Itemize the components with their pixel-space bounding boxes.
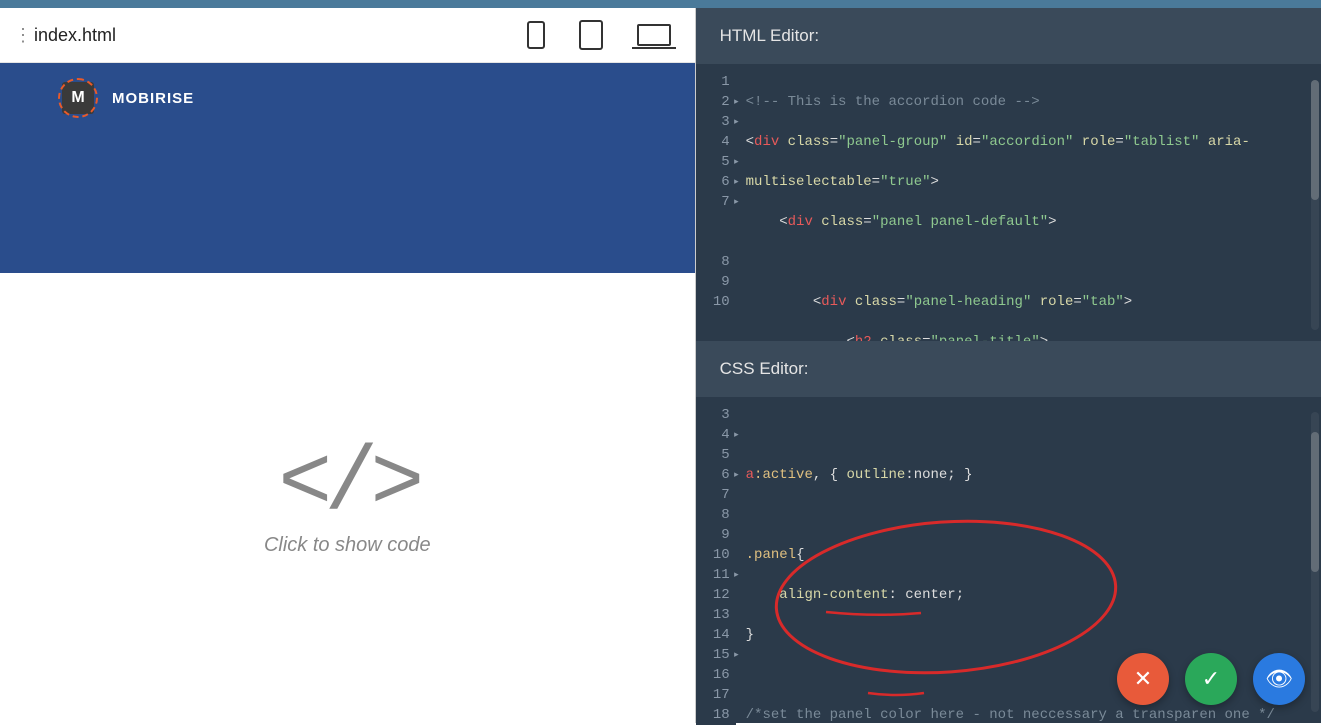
css-gutter: 3456789101112131415161718 — [696, 397, 736, 725]
html-editor: HTML Editor: 12345678910 <!-- This is th… — [696, 8, 1321, 341]
device-switcher — [527, 20, 681, 50]
tablet-icon[interactable] — [579, 20, 603, 50]
html-code[interactable]: <!-- This is the accordion code --> <div… — [736, 64, 1321, 341]
html-editor-body[interactable]: 12345678910 <!-- This is the accordion c… — [696, 64, 1321, 341]
code-placeholder-text: Click to show code — [264, 534, 431, 557]
css-scrollbar[interactable] — [1311, 412, 1319, 712]
site-title: MOBIRISE — [112, 90, 194, 107]
html-editor-title: HTML Editor: — [696, 8, 1321, 64]
editors-pane: HTML Editor: 12345678910 <!-- This is th… — [696, 8, 1321, 723]
code-brackets-icon: </> — [278, 440, 416, 530]
phone-icon[interactable] — [527, 21, 545, 49]
hero-strip — [0, 133, 695, 273]
cancel-button[interactable]: ✕ — [1117, 653, 1169, 705]
eye-icon: 👁 — [1265, 666, 1293, 692]
html-gutter: 12345678910 — [696, 64, 736, 341]
menu-icon[interactable]: ⋮ — [14, 26, 26, 44]
site-header: M MOBIRISE — [0, 63, 695, 133]
file-bar: ⋮ index.html — [0, 8, 695, 63]
laptop-icon[interactable] — [637, 24, 671, 46]
file-name: index.html — [34, 25, 527, 46]
preview-button[interactable]: 👁 — [1253, 653, 1305, 705]
mobirise-logo-icon: M — [62, 82, 94, 114]
action-buttons: ✕ ✓ 👁 — [1117, 653, 1305, 705]
annotation-underline — [866, 687, 946, 701]
preview-area: M MOBIRISE </> Click to show code — [0, 63, 695, 723]
preview-pane: ⋮ index.html M MOBIRISE </> Click to sho… — [0, 8, 696, 723]
close-icon: ✕ — [1134, 666, 1152, 692]
css-editor-title: CSS Editor: — [696, 341, 1321, 397]
confirm-button[interactable]: ✓ — [1185, 653, 1237, 705]
check-icon: ✓ — [1202, 666, 1220, 692]
code-placeholder[interactable]: </> Click to show code — [0, 273, 695, 723]
html-scrollbar[interactable] — [1311, 80, 1319, 330]
